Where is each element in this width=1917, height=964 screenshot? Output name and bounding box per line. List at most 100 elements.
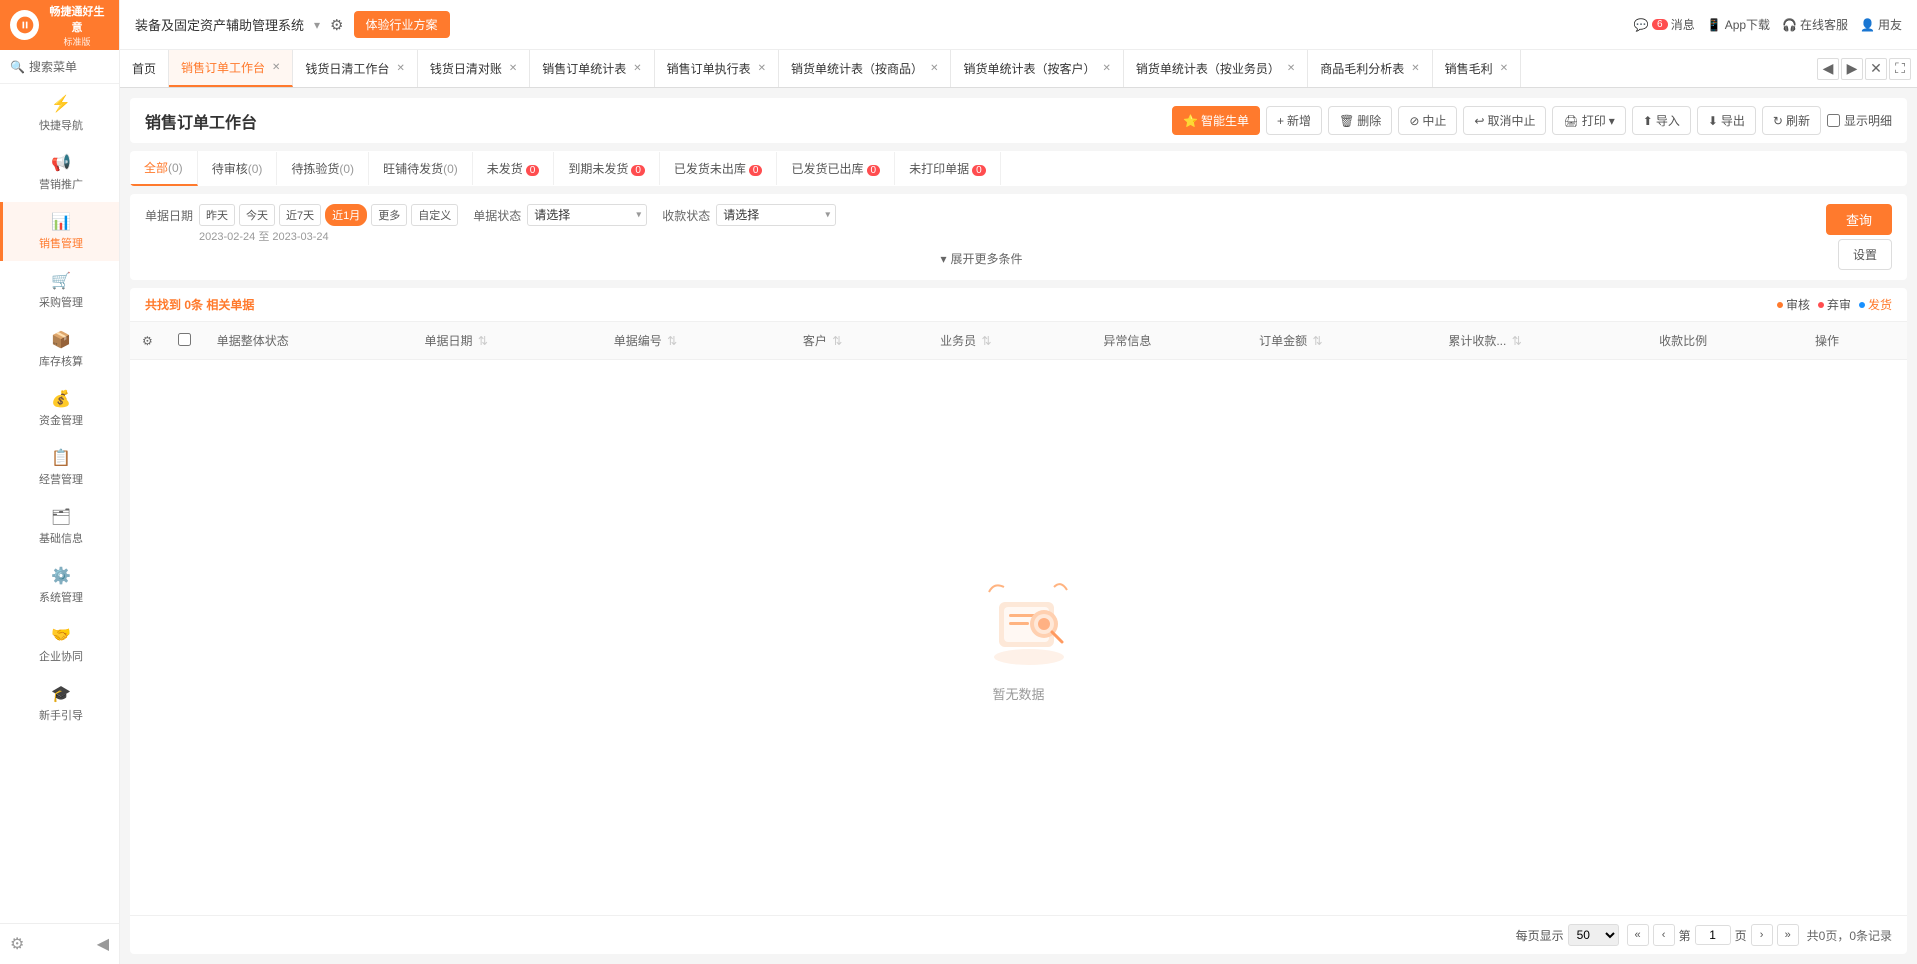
audit-btn[interactable]: 审核 bbox=[1777, 296, 1810, 313]
date-btn-1month[interactable]: 近1月 bbox=[325, 204, 367, 226]
export-btn[interactable]: ⬇ 导出 bbox=[1697, 106, 1756, 135]
tab-sales-stat3[interactable]: 销货单统计表（按客户） ✕ bbox=[951, 50, 1123, 87]
select-all-checkbox[interactable] bbox=[178, 333, 191, 346]
set-btn[interactable]: 设置 bbox=[1838, 239, 1892, 270]
sidebar-item-marketing[interactable]: 📢 营销推广 bbox=[0, 143, 119, 202]
page-number-input[interactable] bbox=[1695, 925, 1731, 945]
tab-sales-huili[interactable]: 销售毛利 ✕ bbox=[1433, 50, 1521, 87]
dropdown-arrow-icon[interactable]: ▾ bbox=[314, 18, 320, 32]
filter-status-select[interactable]: 请选择 bbox=[527, 204, 647, 226]
subtab-shipped-not-out[interactable]: 已发货未出库0 bbox=[660, 152, 778, 185]
date-btn-custom[interactable]: 自定义 bbox=[411, 204, 458, 226]
expand-more-btn[interactable]: ▾ 展开更多条件 bbox=[145, 250, 1818, 267]
tab-close-sales-stat4[interactable]: ✕ bbox=[1287, 63, 1295, 74]
app-download-label: App下载 bbox=[1725, 16, 1770, 33]
settings-footer-icon[interactable]: ⚙ bbox=[10, 934, 24, 954]
stop-btn[interactable]: ⊘ 中止 bbox=[1398, 106, 1457, 135]
industry-btn[interactable]: 体验行业方案 bbox=[354, 11, 450, 38]
subtab-pending-check[interactable]: 待拣验货(0) bbox=[277, 152, 369, 185]
date-btn-today[interactable]: 今天 bbox=[239, 204, 275, 226]
subtab-expired[interactable]: 到期未发货0 bbox=[554, 152, 660, 185]
tab-close-profit[interactable]: ✕ bbox=[1411, 63, 1419, 74]
first-page-btn[interactable]: « bbox=[1627, 924, 1649, 946]
filter-payment-select[interactable]: 请选择 bbox=[716, 204, 836, 226]
tab-cash-reconcile[interactable]: 钱货日清对账 ✕ bbox=[418, 50, 530, 87]
tab-close-all-btn[interactable]: ✕ bbox=[1865, 58, 1887, 80]
gear-settings-icon[interactable]: ⚙ bbox=[330, 16, 343, 34]
sidebar-item-finance[interactable]: 💰 资金管理 bbox=[0, 379, 119, 438]
page-size-select[interactable]: 50 100 bbox=[1568, 924, 1619, 946]
tab-close-sales-order[interactable]: ✕ bbox=[272, 62, 280, 73]
tab-close-sales-stat2[interactable]: ✕ bbox=[930, 63, 938, 74]
subtab-all[interactable]: 全部(0) bbox=[130, 151, 198, 186]
th-salesperson-label: 业务员 bbox=[940, 334, 976, 348]
delete-btn[interactable]: 🗑 删除 bbox=[1328, 106, 1392, 135]
tab-profit[interactable]: 商品毛利分析表 ✕ bbox=[1308, 50, 1432, 87]
query-btn[interactable]: 查询 bbox=[1826, 204, 1892, 235]
sidebar-item-baseinfo[interactable]: 🗂 基础信息 bbox=[0, 497, 119, 556]
tab-cash-daily[interactable]: 钱货日清工作台 ✕ bbox=[293, 50, 417, 87]
sidebar-item-operations[interactable]: 📋 经营管理 bbox=[0, 438, 119, 497]
last-page-btn[interactable]: » bbox=[1777, 924, 1799, 946]
finance-icon: 💰 bbox=[51, 389, 71, 409]
subtab-not-printed[interactable]: 未打印单据0 bbox=[895, 152, 1001, 185]
tab-sales-stat4[interactable]: 销货单统计表（按业务员） ✕ bbox=[1124, 50, 1308, 87]
sidebar-item-sales[interactable]: 📊 销售管理 bbox=[0, 202, 119, 261]
tab-sales-stat[interactable]: 销售订单统计表 ✕ bbox=[530, 50, 654, 87]
refresh-btn[interactable]: ↻ 刷新 bbox=[1762, 106, 1821, 135]
ship-btn[interactable]: 发货 bbox=[1859, 296, 1892, 313]
search-menu[interactable]: 🔍 搜索菜单 bbox=[0, 50, 119, 84]
sort-collected-icon[interactable]: ⇅ bbox=[1512, 334, 1522, 348]
sort-date-icon[interactable]: ⇅ bbox=[478, 334, 488, 348]
show-detail-input[interactable] bbox=[1827, 114, 1840, 127]
tab-close-sales-huili[interactable]: ✕ bbox=[1500, 63, 1508, 74]
print-btn[interactable]: 🖨 打印 ▾ bbox=[1552, 106, 1625, 135]
tab-close-sales-exec[interactable]: ✕ bbox=[758, 63, 766, 74]
add-btn[interactable]: + 新增 bbox=[1266, 106, 1322, 135]
message-btn[interactable]: 💬 6 消息 bbox=[1634, 16, 1695, 33]
sort-no-icon[interactable]: ⇅ bbox=[667, 334, 677, 348]
sidebar-item-purchase[interactable]: 🛒 采购管理 bbox=[0, 261, 119, 320]
tab-sales-stat2[interactable]: 销货单统计表（按商品） ✕ bbox=[779, 50, 951, 87]
tab-next-btn[interactable]: ▶ bbox=[1841, 58, 1863, 80]
sidebar-item-inventory[interactable]: 📦 库存核算 bbox=[0, 320, 119, 379]
sort-amount-icon[interactable]: ⇅ bbox=[1313, 334, 1323, 348]
show-detail-checkbox[interactable]: 显示明细 bbox=[1827, 112, 1892, 129]
smart-order-btn[interactable]: ⭐ 智能生单 bbox=[1172, 106, 1260, 135]
cancel-stop-btn[interactable]: ↩ 取消中止 bbox=[1463, 106, 1546, 135]
tab-close-cash-daily[interactable]: ✕ bbox=[396, 63, 404, 74]
tab-maximize-btn[interactable]: ⛶ bbox=[1889, 58, 1911, 80]
date-btn-7days[interactable]: 近7天 bbox=[279, 204, 321, 226]
th-settings[interactable]: ⚙ bbox=[130, 322, 165, 360]
tab-sales-order[interactable]: 销售订单工作台 ✕ bbox=[169, 50, 293, 87]
date-btn-more[interactable]: 更多 bbox=[371, 204, 407, 226]
tab-sales-exec[interactable]: 销售订单执行表 ✕ bbox=[655, 50, 779, 87]
prev-page-btn[interactable]: ‹ bbox=[1653, 924, 1675, 946]
tab-prev-btn[interactable]: ◀ bbox=[1817, 58, 1839, 80]
sort-customer-icon[interactable]: ⇅ bbox=[832, 334, 842, 348]
date-btn-yesterday[interactable]: 昨天 bbox=[199, 204, 235, 226]
pagination: « ‹ 第 页 › » bbox=[1627, 924, 1799, 946]
next-page-btn[interactable]: › bbox=[1751, 924, 1773, 946]
tab-home[interactable]: 首页 bbox=[120, 50, 169, 87]
user-btn[interactable]: 👤 用友 bbox=[1860, 16, 1902, 33]
th-checkbox[interactable] bbox=[165, 322, 205, 360]
sidebar-item-quicknav[interactable]: ⚡ 快捷导航 bbox=[0, 84, 119, 143]
cancel-audit-btn[interactable]: 弃审 bbox=[1818, 296, 1851, 313]
sidebar-item-newbie[interactable]: 🎓 新手引导 bbox=[0, 674, 119, 733]
sort-salesperson-icon[interactable]: ⇅ bbox=[981, 334, 991, 348]
subtab-pending-audit[interactable]: 待审核(0) bbox=[198, 152, 278, 185]
tab-close-sales-stat[interactable]: ✕ bbox=[633, 63, 641, 74]
online-service-btn[interactable]: 🎧 在线客服 bbox=[1782, 16, 1848, 33]
subtab-wangpu[interactable]: 旺铺待发货(0) bbox=[369, 152, 473, 185]
tab-close-cash-reconcile[interactable]: ✕ bbox=[509, 63, 517, 74]
app-download-btn[interactable]: 📱 App下载 bbox=[1707, 16, 1770, 33]
collapse-icon[interactable]: ◀ bbox=[97, 934, 109, 954]
tab-close-sales-stat3[interactable]: ✕ bbox=[1102, 63, 1110, 74]
import-btn[interactable]: ⬆ 导入 bbox=[1632, 106, 1691, 135]
inventory-icon: 📦 bbox=[51, 330, 71, 350]
sidebar-item-sysmgmt[interactable]: ⚙️ 系统管理 bbox=[0, 556, 119, 615]
sidebar-item-enterprise[interactable]: 🤝 企业协同 bbox=[0, 615, 119, 674]
subtab-not-shipped[interactable]: 未发货0 bbox=[473, 152, 555, 185]
subtab-shipped-out[interactable]: 已发货已出库0 bbox=[777, 152, 895, 185]
